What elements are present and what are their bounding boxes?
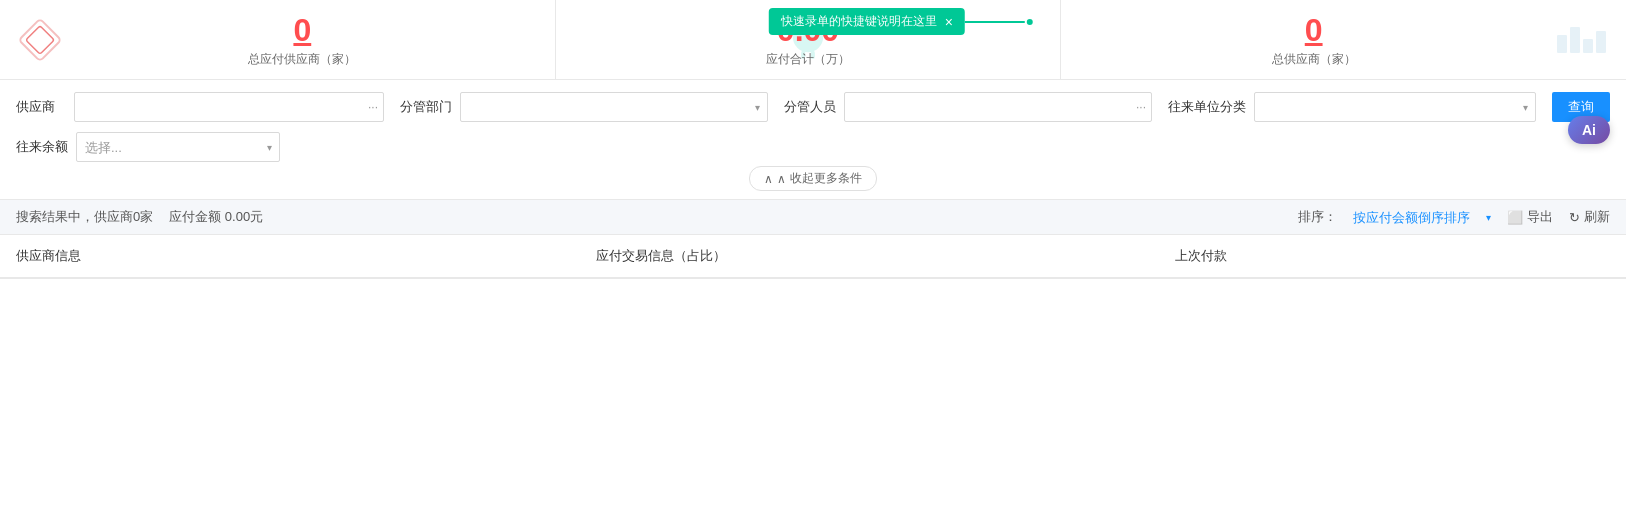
supplier-input[interactable] (74, 92, 384, 122)
refresh-icon: ↻ (1569, 210, 1580, 225)
collapse-label: 收起更多条件 (790, 170, 862, 187)
collapse-row: ∧ ∧ 收起更多条件 (16, 162, 1610, 199)
payable-total-label: 应付合计（万） (766, 51, 850, 68)
supplier-dots-icon[interactable]: ··· (368, 100, 378, 114)
col-supplier-header: 供应商信息 (16, 247, 596, 265)
filter-row-1: 供应商 ··· 分管部门 ▾ 分管人员 ··· (16, 92, 1610, 122)
table: 供应商信息 应付交易信息（占比） 上次付款 (0, 235, 1626, 515)
export-label: 导出 (1527, 208, 1553, 226)
balance-input-wrapper: 选择... ▾ (76, 132, 280, 162)
filter-dept: 分管部门 ▾ (400, 92, 784, 122)
category-select[interactable] (1254, 92, 1536, 122)
stat-total-payable-suppliers: 0 总应付供应商（家） (0, 0, 556, 79)
person-input-wrapper: ··· (844, 92, 1152, 122)
balance-select[interactable]: 选择... (76, 132, 280, 162)
category-label: 往来单位分类 (1168, 98, 1246, 116)
results-actions: 排序： 按应付会额倒序排序 ▾ ⬜ 导出 ↻ 刷新 (1298, 208, 1610, 226)
collapse-button[interactable]: ∧ ∧ 收起更多条件 (749, 166, 876, 191)
col-lastpay-header: 上次付款 (1175, 247, 1610, 265)
category-input-wrapper: ▾ (1254, 92, 1536, 122)
total-payable-suppliers-label: 总应付供应商（家） (248, 51, 356, 68)
results-amount: 应付金额 0.00元 (169, 208, 263, 226)
person-label: 分管人员 (784, 98, 836, 116)
balance-label: 往来余额 (16, 138, 68, 156)
total-suppliers-value: 0 (1305, 11, 1323, 49)
dept-select[interactable] (460, 92, 768, 122)
stat-total-suppliers: 0 总供应商（家） (1061, 0, 1626, 79)
total-payable-suppliers-value: 0 (293, 11, 311, 49)
dept-label: 分管部门 (400, 98, 452, 116)
results-bar: 搜索结果中，供应商0家 应付金额 0.00元 排序： 按应付会额倒序排序 ▾ ⬜… (0, 200, 1626, 235)
sort-select-wrapper: 按应付会额倒序排序 ▾ (1353, 210, 1491, 225)
sort-chevron-icon: ▾ (1486, 212, 1491, 223)
dept-input-wrapper: ▾ (460, 92, 768, 122)
filter-row-2: 往来余额 选择... ▾ (16, 132, 1610, 162)
export-icon: ⬜ (1507, 210, 1523, 225)
ai-badge[interactable]: Ai (1568, 116, 1610, 144)
refresh-button[interactable]: ↻ 刷新 (1569, 208, 1610, 226)
col-transaction-header: 应付交易信息（占比） (596, 247, 1176, 265)
supplier-label: 供应商 (16, 98, 66, 116)
filter-area: 供应商 ··· 分管部门 ▾ 分管人员 ··· (0, 80, 1626, 200)
stat-payable-total: 0.00 应付合计（万） 快速录单的快捷键说明在这里 × (556, 0, 1062, 79)
shortcut-tooltip: 快速录单的快捷键说明在这里 × (769, 8, 965, 35)
person-input[interactable] (844, 92, 1152, 122)
sort-label: 排序： (1298, 208, 1337, 226)
filter-balance: 往来余额 选择... ▾ (16, 132, 296, 162)
tooltip-text: 快速录单的快捷键说明在这里 (781, 13, 937, 30)
tooltip-dot-icon (1025, 17, 1035, 27)
collapse-up-icon: ∧ ∧ (764, 172, 785, 186)
refresh-label: 刷新 (1584, 208, 1610, 226)
results-count: 搜索结果中，供应商0家 (16, 208, 153, 226)
results-summary: 搜索结果中，供应商0家 应付金额 0.00元 (16, 208, 263, 226)
export-button[interactable]: ⬜ 导出 (1507, 208, 1553, 226)
total-suppliers-label: 总供应商（家） (1272, 51, 1356, 68)
tooltip-close-button[interactable]: × (945, 15, 953, 29)
filter-category: 往来单位分类 ▾ (1168, 92, 1552, 122)
table-body (0, 279, 1626, 515)
diamond-logo-icon (15, 15, 65, 65)
sort-select[interactable]: 按应付会额倒序排序 (1353, 210, 1486, 225)
supplier-input-wrapper: ··· (74, 92, 384, 122)
table-header: 供应商信息 应付交易信息（占比） 上次付款 (0, 235, 1626, 279)
filter-person: 分管人员 ··· (784, 92, 1168, 122)
filter-supplier: 供应商 ··· (16, 92, 400, 122)
svg-rect-0 (19, 18, 61, 60)
person-dots-icon[interactable]: ··· (1136, 100, 1146, 114)
stats-bar: 0 总应付供应商（家） 0.00 应付合计（万） 快速录单的快捷键说明在这里 × (0, 0, 1626, 80)
